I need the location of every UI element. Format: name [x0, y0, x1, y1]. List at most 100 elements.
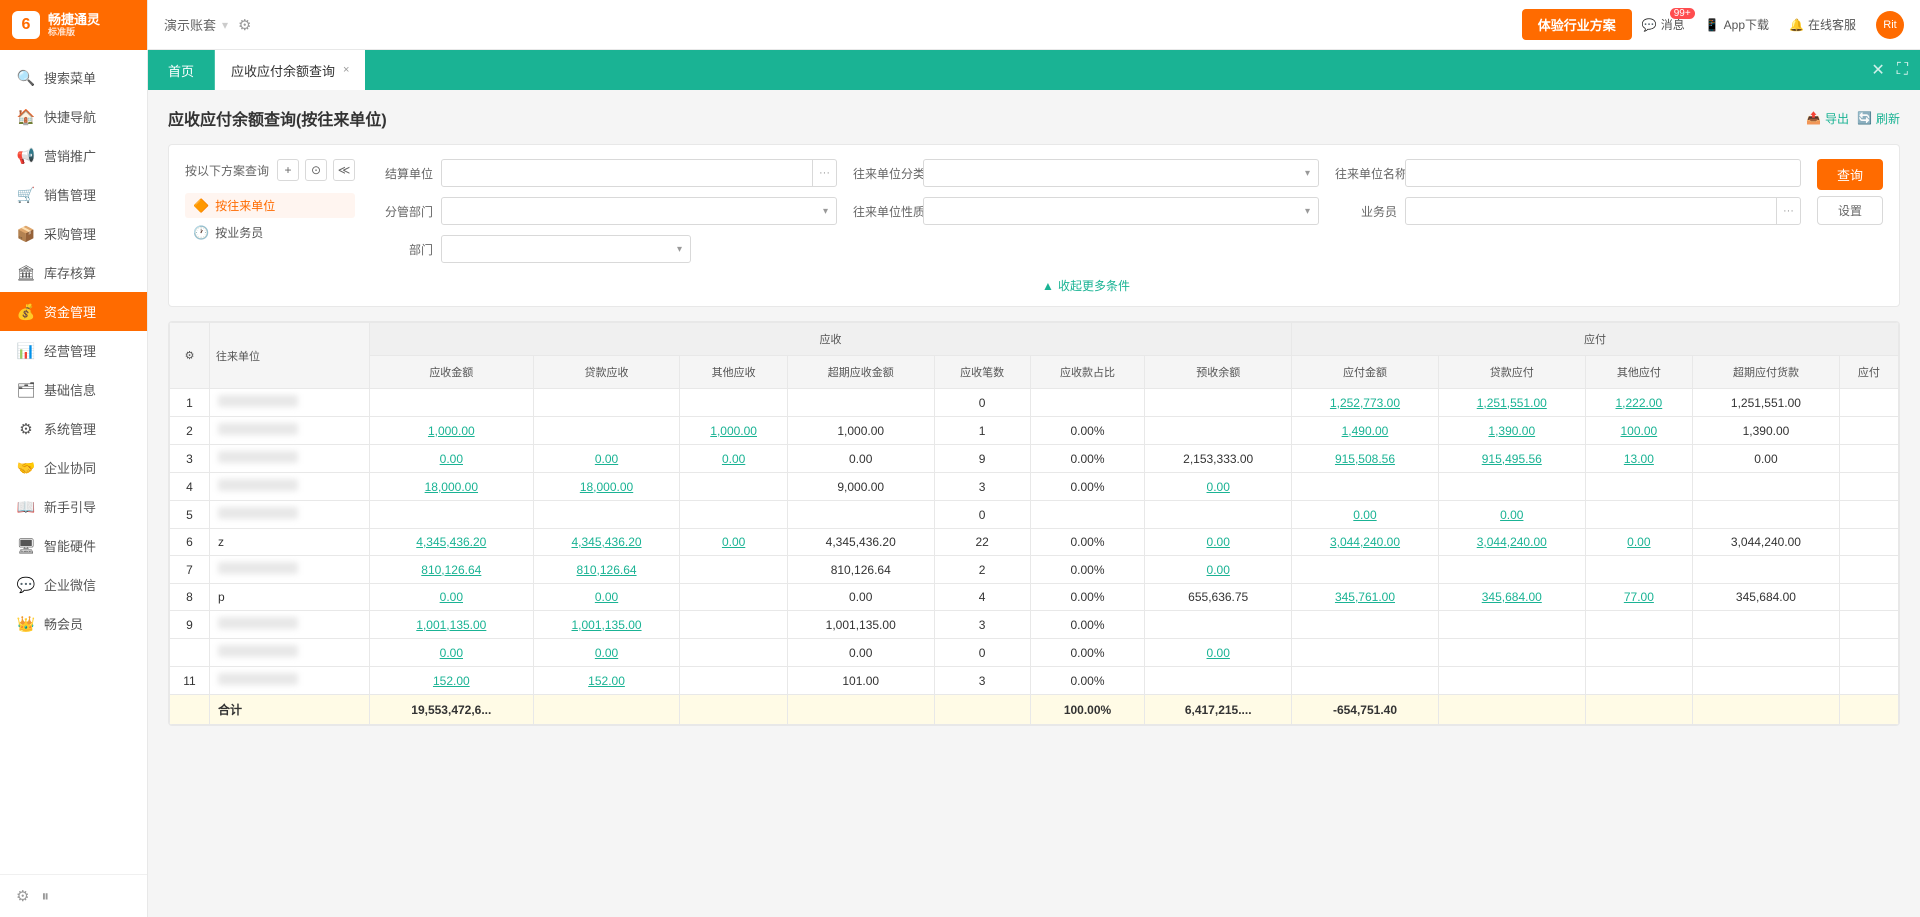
tab-home[interactable]: 首页 — [148, 50, 215, 90]
ap-amount-7 — [1292, 556, 1439, 584]
sidebar-item-collab[interactable]: 🤝 企业协同 — [0, 448, 147, 487]
ap-extra-6 — [1839, 529, 1898, 556]
ap-other-11 — [1585, 667, 1692, 695]
member-icon: 👑 — [16, 615, 36, 633]
row-num-8: 8 — [170, 584, 210, 611]
row-num-11: 11 — [170, 667, 210, 695]
partner-name-field[interactable] — [1405, 159, 1801, 187]
th-ar-other: 其他应收 — [680, 356, 787, 389]
sidebar-item-finance[interactable]: 💰 资金管理 — [0, 292, 147, 331]
app-download-button[interactable]: 📱 App下载 — [1705, 16, 1769, 33]
ap-amount-2: 1,490.00 — [1292, 417, 1439, 445]
salesman-input[interactable]: ··· — [1405, 197, 1801, 225]
ap-amount-9 — [1292, 611, 1439, 639]
sidebar-item-purchase[interactable]: 📦 采购管理 — [0, 214, 147, 253]
add-scheme-button[interactable]: + — [277, 159, 299, 181]
tab-home-label: 首页 — [168, 61, 194, 80]
promo-button[interactable]: 体验行业方案 — [1522, 9, 1632, 40]
dept-manager-select[interactable]: ▾ — [441, 197, 837, 225]
settings-footer-icon[interactable]: ⚙ — [16, 887, 29, 905]
sidebar-item-member[interactable]: 👑 畅会员 — [0, 604, 147, 643]
collapse-scheme-button[interactable]: ≪ — [333, 159, 355, 181]
data-table: ⚙ 往来单位 应收 应付 应收金额 贷款应收 其他应收 超期应收金额 应收笔数 … — [169, 322, 1899, 725]
query-button[interactable]: 查询 — [1817, 159, 1883, 190]
search-icon: 🔍 — [16, 69, 36, 87]
expand-icon[interactable]: ⛶ — [1897, 61, 1908, 79]
close-window-icon[interactable]: ✕ — [1871, 60, 1884, 80]
sidebar-label-purchase: 采购管理 — [44, 224, 96, 243]
settlement-unit-btn[interactable]: ··· — [812, 160, 836, 186]
advance-9 — [1145, 611, 1292, 639]
sidebar-item-basic[interactable]: 🗂 基础信息 — [0, 370, 147, 409]
sidebar-item-system[interactable]: ⚙ 系统管理 — [0, 409, 147, 448]
export-button[interactable]: 📤 导出 — [1806, 110, 1849, 127]
ar-ratio-7: 0.00% — [1030, 556, 1145, 584]
collapse-up-icon: ▲ — [1042, 279, 1054, 293]
header: 演示账套 ▾ ⚙ 体验行业方案 💬 消息 99+ 📱 App下载 🔔 在线客服 … — [148, 0, 1920, 50]
ar-loan-7: 810,126.64 — [533, 556, 680, 584]
salesman-btn[interactable]: ··· — [1776, 198, 1800, 224]
sidebar-label-wechat: 企业微信 — [44, 575, 96, 594]
partner-category-select[interactable]: ▾ — [923, 159, 1319, 187]
page-title: 应收应付余额查询(按往来单位) — [168, 106, 387, 130]
row-num-4: 4 — [170, 473, 210, 501]
sidebar-item-hardware[interactable]: 🖥 智能硬件 — [0, 526, 147, 565]
tab-active-receivable[interactable]: 应收应付余额查询 × — [215, 50, 365, 90]
export-icon: 📤 — [1806, 111, 1821, 125]
online-service-button[interactable]: 🔔 在线客服 — [1789, 16, 1856, 33]
ar-ratio-2: 0.00% — [1030, 417, 1145, 445]
ap-extra-7 — [1839, 556, 1898, 584]
filter-partner-name: 往来单位名称 — [1335, 159, 1801, 187]
refresh-button[interactable]: 🔄 刷新 — [1857, 110, 1900, 127]
ar-ratio-11: 0.00% — [1030, 667, 1145, 695]
logo-subtitle: 标准版 — [48, 27, 100, 38]
ap-other-3: 13.00 — [1585, 445, 1692, 473]
messages-button[interactable]: 💬 消息 99+ — [1642, 16, 1685, 33]
ap-amount-3: 915,508.56 — [1292, 445, 1439, 473]
partner-1 — [210, 389, 370, 417]
basic-icon: 🗂 — [16, 381, 36, 399]
dept-select[interactable]: ▾ — [441, 235, 691, 263]
sidebar-item-guide[interactable]: 📖 新手引导 — [0, 487, 147, 526]
settlement-unit-field[interactable] — [442, 166, 812, 180]
sidebar-item-quicknav[interactable]: 🏠 快捷导航 — [0, 97, 147, 136]
query-label: 按以下方案查询 — [185, 162, 269, 179]
tab-close-icon[interactable]: × — [343, 64, 349, 76]
sidebar-item-search[interactable]: 🔍 搜索菜单 — [0, 58, 147, 97]
total-ar-count — [934, 695, 1030, 725]
partner-nature-select[interactable]: ▾ — [923, 197, 1319, 225]
collapse-sidebar-icon[interactable]: ⏸ — [41, 888, 49, 905]
ar-overdue-6: 4,345,436.20 — [787, 529, 934, 556]
sidebar-item-wechat[interactable]: 💬 企业微信 — [0, 565, 147, 604]
scheme-salesman-label: 按业务员 — [215, 224, 263, 241]
ap-loan-6: 3,044,240.00 — [1438, 529, 1585, 556]
table-sub-header-row: 应收金额 贷款应收 其他应收 超期应收金额 应收笔数 应收款占比 预收余额 应付… — [170, 356, 1899, 389]
filter-collapse-button[interactable]: ▲ 收起更多条件 — [371, 273, 1801, 298]
filter-dept-manager: 分管部门 ▾ — [371, 197, 837, 225]
table-settings-icon[interactable]: ⚙ — [185, 350, 195, 362]
sidebar-item-marketing[interactable]: 📢 营销推广 — [0, 136, 147, 175]
header-settings-icon[interactable]: ⚙ — [238, 16, 251, 34]
user-avatar[interactable]: Rit — [1876, 11, 1904, 39]
sidebar-item-sales[interactable]: 🛒 销售管理 — [0, 175, 147, 214]
th-ap-overdue: 超期应付货款 — [1693, 356, 1840, 389]
sidebar-label-finance: 资金管理 — [44, 302, 96, 321]
ar-loan-8: 0.00 — [533, 584, 680, 611]
scheme-item-partner[interactable]: 🔶 按往来单位 — [185, 193, 355, 218]
ap-overdue-8: 345,684.00 — [1693, 584, 1840, 611]
ar-amount-11: 152.00 — [370, 667, 534, 695]
sidebar-label-basic: 基础信息 — [44, 380, 96, 399]
settings-button[interactable]: 设置 — [1817, 196, 1883, 225]
settlement-unit-input[interactable]: ··· — [441, 159, 837, 187]
settings-scheme-button[interactable]: ⊙ — [305, 159, 327, 181]
marketing-icon: 📢 — [16, 147, 36, 165]
sidebar-item-operations[interactable]: 📊 经营管理 — [0, 331, 147, 370]
tab-bar-right: ✕ ⛶ — [1871, 50, 1920, 90]
scheme-salesman-icon: 🕐 — [193, 225, 209, 241]
messages-badge: 99+ — [1670, 8, 1695, 19]
scheme-item-salesman[interactable]: 🕐 按业务员 — [185, 220, 355, 245]
salesman-field[interactable] — [1406, 204, 1776, 218]
ar-count-11: 3 — [934, 667, 1030, 695]
table-row: 8 p 0.00 0.00 0.00 4 0.00% 655,636.75 34… — [170, 584, 1899, 611]
sidebar-item-inventory[interactable]: 🏛 库存核算 — [0, 253, 147, 292]
